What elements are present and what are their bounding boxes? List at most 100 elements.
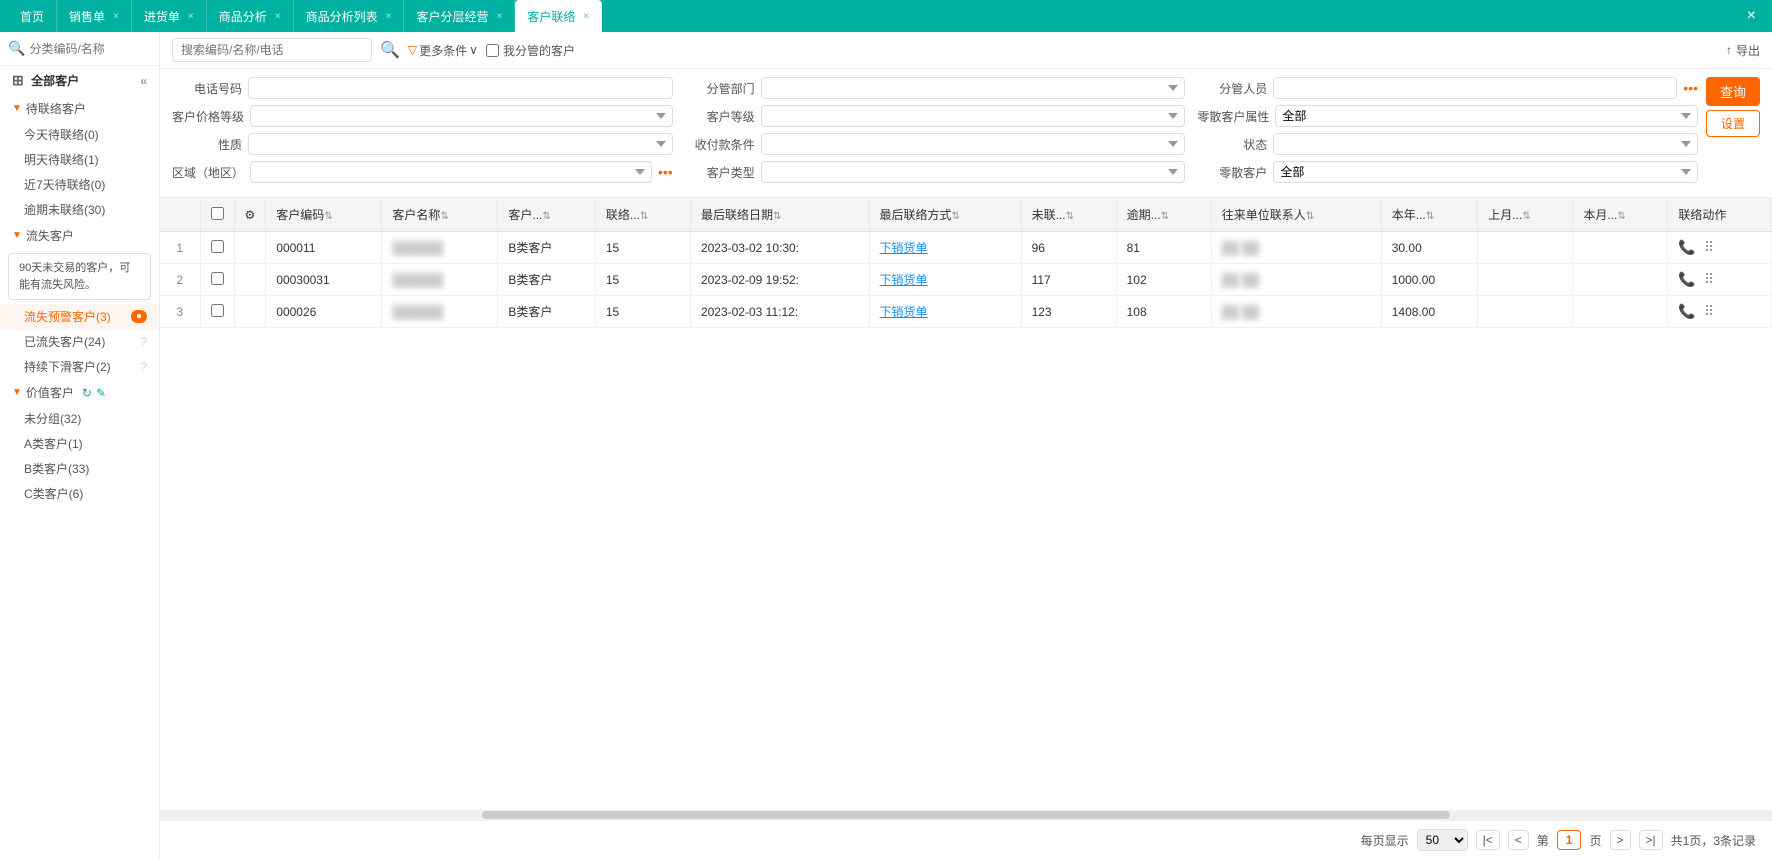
nav-tab-analysis-list[interactable]: 商品分析列表 × xyxy=(294,0,405,32)
close-analysis-icon[interactable]: × xyxy=(275,11,281,22)
th-last-month[interactable]: 上月...⇅ xyxy=(1478,198,1573,232)
sidebar-item-overdue[interactable]: 逾期未联络(30) xyxy=(0,197,159,222)
per-page-select[interactable]: 50 20 100 xyxy=(1417,829,1468,851)
sidebar-item-a-class[interactable]: A类客户(1) xyxy=(0,431,159,456)
sidebar-item-b-class[interactable]: B类客户(33) xyxy=(0,456,159,481)
current-page: 1 xyxy=(1557,830,1582,850)
th-last-contact-date[interactable]: 最后联络日期⇅ xyxy=(690,198,869,232)
phone-action-icon[interactable]: 📞 xyxy=(1678,271,1695,288)
th-checkbox[interactable] xyxy=(200,198,234,232)
row-last-contact-way[interactable]: 下销货单 xyxy=(869,232,1021,264)
sidebar-all-customers[interactable]: ⊞ 全部客户 « xyxy=(0,66,159,95)
sidebar-item-tomorrow[interactable]: 明天待联络(1) xyxy=(0,147,159,172)
th-type[interactable]: 客户...⇅ xyxy=(498,198,595,232)
sidebar-item-c-class[interactable]: C类客户(6) xyxy=(0,481,159,506)
th-no-contact[interactable]: 未联...⇅ xyxy=(1021,198,1116,232)
th-name[interactable]: 客户名称⇅ xyxy=(382,198,498,232)
th-this-year[interactable]: 本年...⇅ xyxy=(1381,198,1478,232)
th-contact[interactable]: 联络...⇅ xyxy=(595,198,690,232)
th-settings[interactable]: ⚙ xyxy=(234,198,266,232)
sidebar-search-input[interactable] xyxy=(29,42,160,56)
region-select[interactable] xyxy=(250,161,652,183)
row-checkbox[interactable] xyxy=(211,240,224,253)
sidebar-group-churn[interactable]: ▼ 流失客户 xyxy=(0,222,159,249)
close-sales-icon[interactable]: × xyxy=(113,11,119,22)
retail-customer-select[interactable]: 全部 xyxy=(1273,161,1698,183)
more-action-icon[interactable]: ⠿ xyxy=(1704,271,1714,288)
payment-select[interactable] xyxy=(761,133,1186,155)
scrollbar-thumb[interactable] xyxy=(482,811,1449,819)
sidebar-item-today[interactable]: 今天待联络(0) xyxy=(0,122,159,147)
row-checkbox-cell[interactable] xyxy=(200,296,234,328)
row-last-contact-way[interactable]: 下销货单 xyxy=(869,264,1021,296)
contact-way-link[interactable]: 下销货单 xyxy=(880,305,928,319)
row-checkbox-cell[interactable] xyxy=(200,264,234,296)
price-level-select[interactable] xyxy=(250,105,673,127)
contact-way-link[interactable]: 下销货单 xyxy=(880,241,928,255)
export-button[interactable]: ↑ 导出 xyxy=(1726,42,1760,59)
query-button[interactable]: 查询 xyxy=(1706,77,1760,106)
nature-select[interactable] xyxy=(248,133,673,155)
close-all-button[interactable]: × xyxy=(1739,7,1764,25)
sidebar-group-value[interactable]: ▼ 价值客户 ↻ ✎ xyxy=(0,379,159,406)
person-input[interactable] xyxy=(1273,77,1677,99)
phone-action-icon[interactable]: 📞 xyxy=(1678,303,1695,320)
customer-type-select[interactable] xyxy=(761,161,1186,183)
next-page-button[interactable]: > xyxy=(1610,830,1631,850)
prev-page-button[interactable]: < xyxy=(1508,830,1529,850)
row-checkbox[interactable] xyxy=(211,304,224,317)
row-action-icons[interactable]: 📞 ⠿ xyxy=(1668,296,1772,328)
sidebar-item-ungrouped[interactable]: 未分组(32) xyxy=(0,406,159,431)
my-customers-check[interactable]: 我分管的客户 xyxy=(486,42,575,59)
sidebar-item-churn-lost[interactable]: 已流失客户(24) ? xyxy=(0,329,159,354)
row-action-icons[interactable]: 📞 ⠿ xyxy=(1668,232,1772,264)
close-analysis-list-icon[interactable]: × xyxy=(386,11,392,22)
row-checkbox[interactable] xyxy=(211,272,224,285)
sidebar-item-churn-declining[interactable]: 持续下滑客户(2) ? xyxy=(0,354,159,379)
my-customers-checkbox[interactable] xyxy=(486,44,499,57)
row-last-contact-way[interactable]: 下销货单 xyxy=(869,296,1021,328)
nav-tab-customer-segment[interactable]: 客户分层经营 × xyxy=(404,0,515,32)
phone-action-icon[interactable]: 📞 xyxy=(1678,239,1695,256)
row-last-contact-date: 2023-02-09 19:52: xyxy=(690,264,869,296)
phone-input[interactable] xyxy=(248,77,673,99)
close-purchase-icon[interactable]: × xyxy=(188,11,194,22)
search-input[interactable] xyxy=(172,38,372,62)
customer-level-select[interactable] xyxy=(761,105,1186,127)
nav-tab-purchase[interactable]: 进货单 × xyxy=(132,0,207,32)
nav-tab-analysis[interactable]: 商品分析 × xyxy=(207,0,294,32)
select-all-checkbox[interactable] xyxy=(211,207,224,220)
edit-icon[interactable]: ✎ xyxy=(96,386,106,400)
last-page-button[interactable]: >| xyxy=(1639,830,1663,850)
status-select[interactable] xyxy=(1273,133,1698,155)
nav-tab-home[interactable]: 首页 xyxy=(8,0,57,32)
th-overdue[interactable]: 逾期...⇅ xyxy=(1116,198,1211,232)
sidebar-item-churn-warning[interactable]: 流失预警客户(3) ● xyxy=(0,304,159,329)
region-dots-icon[interactable]: ••• xyxy=(658,164,673,180)
row-checkbox-cell[interactable] xyxy=(200,232,234,264)
nav-tab-customer-link[interactable]: 客户联络 × xyxy=(515,0,602,32)
close-customer-segment-icon[interactable]: × xyxy=(496,11,502,22)
contact-way-link[interactable]: 下销货单 xyxy=(880,273,928,287)
first-page-button[interactable]: |< xyxy=(1476,830,1500,850)
more-action-icon[interactable]: ⠿ xyxy=(1704,239,1714,256)
th-code[interactable]: 客户编码⇅ xyxy=(266,198,382,232)
sidebar-collapse-icon[interactable]: « xyxy=(140,74,147,88)
more-action-icon[interactable]: ⠿ xyxy=(1704,303,1714,320)
retail-attr-select[interactable]: 全部 xyxy=(1275,105,1698,127)
sidebar-item-7days[interactable]: 近7天待联络(0) xyxy=(0,172,159,197)
settings-button[interactable]: 设置 xyxy=(1706,110,1760,137)
person-dots-icon[interactable]: ••• xyxy=(1683,80,1698,96)
more-conditions-button[interactable]: ▽ 更多条件 ∨ xyxy=(408,42,478,59)
horizontal-scrollbar[interactable] xyxy=(160,810,1772,820)
row-action-icons[interactable]: 📞 ⠿ xyxy=(1668,264,1772,296)
search-button[interactable]: 🔍 xyxy=(380,40,400,60)
sidebar-group-pending[interactable]: ▼ 待联络客户 xyxy=(0,95,159,122)
dept-select[interactable] xyxy=(761,77,1186,99)
nav-tab-sales[interactable]: 销售单 × xyxy=(57,0,132,32)
th-last-contact-way[interactable]: 最后联络方式⇅ xyxy=(869,198,1021,232)
close-customer-link-icon[interactable]: × xyxy=(583,11,589,22)
th-unit-contact[interactable]: 往来单位联系人⇅ xyxy=(1211,198,1381,232)
th-this-month[interactable]: 本月...⇅ xyxy=(1573,198,1668,232)
refresh-icon[interactable]: ↻ xyxy=(82,386,92,400)
